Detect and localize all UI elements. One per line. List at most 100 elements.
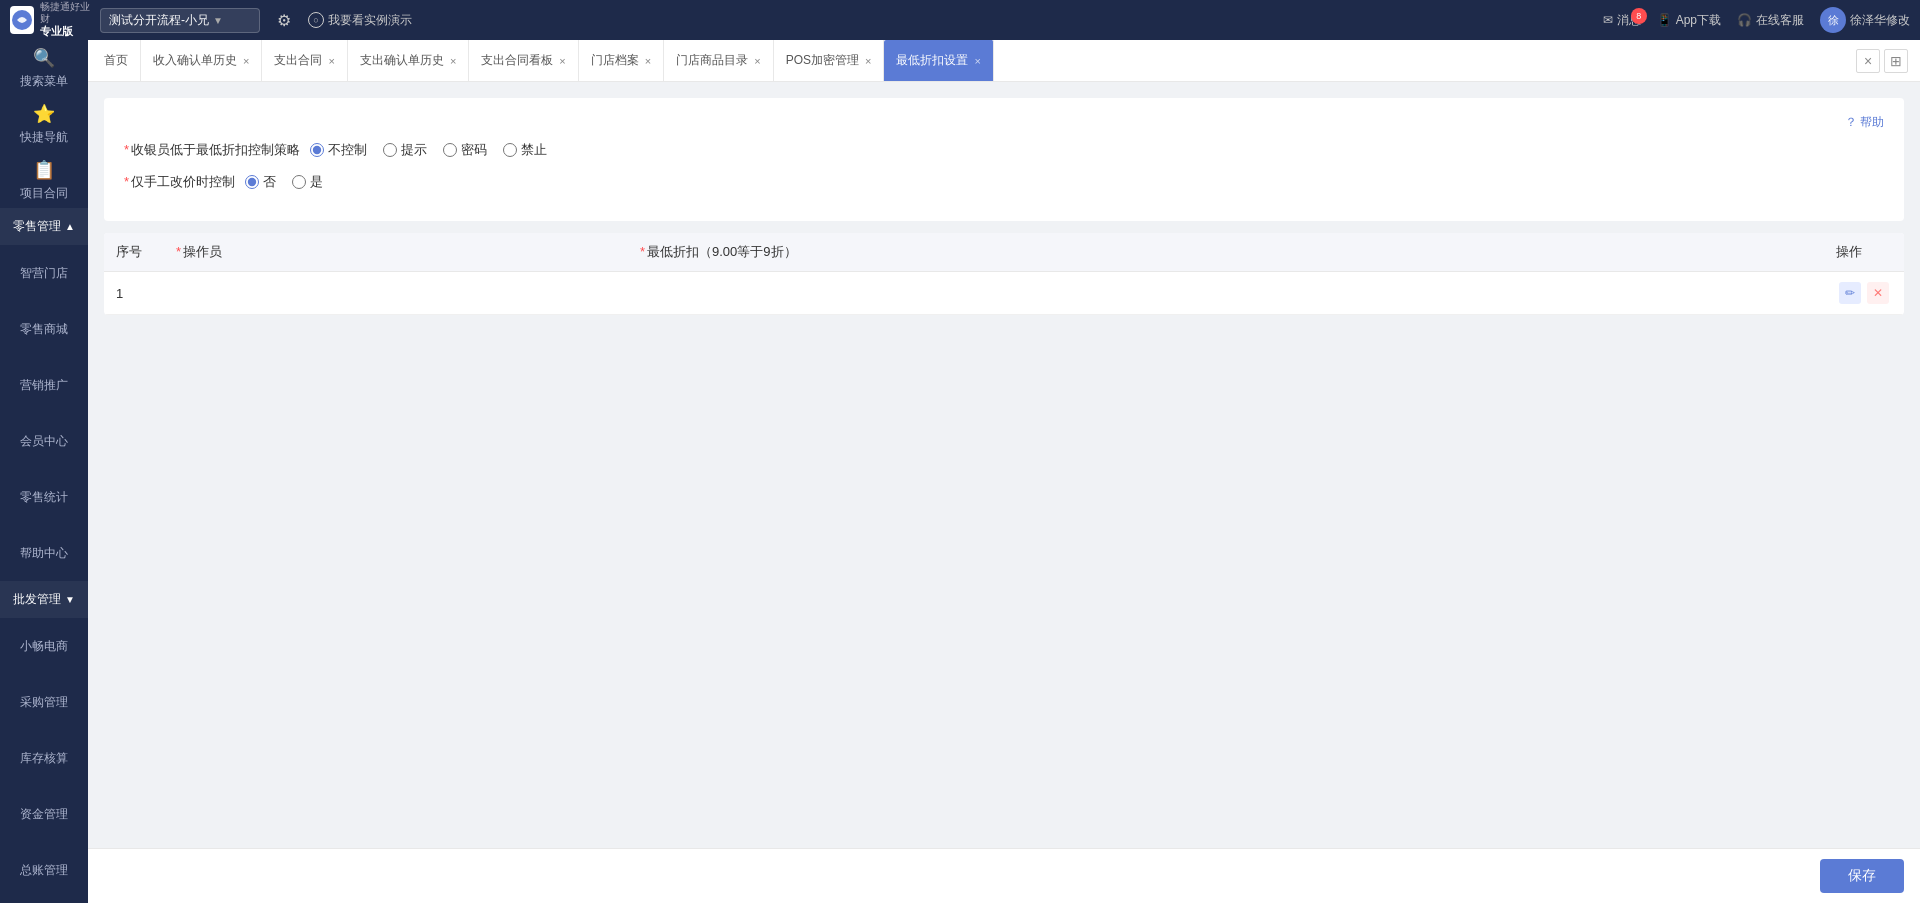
radio-password[interactable]: 密码 [443,141,487,159]
radio-manual-no[interactable]: 否 [245,173,276,191]
sidebar-item-help-center[interactable]: 帮助中心 [0,525,88,581]
close-tab-payment-board-icon[interactable]: × [559,55,565,67]
close-tab-payment-contract-icon[interactable]: × [328,55,334,67]
sidebar-label-project-contract: 项目合同 [20,185,68,202]
tab-payment-board[interactable]: 支出合同看板 × [469,40,578,82]
radio-prompt-label: 提示 [401,141,427,159]
tab-overflow-button[interactable]: ⊞ [1884,49,1908,73]
sidebar-label-retail-stats: 零售统计 [20,489,68,506]
tab-bar-end: × ⊞ [1856,49,1916,73]
tab-home-label: 首页 [104,52,128,69]
tab-pos-password[interactable]: POS加密管理 × [774,40,885,82]
sidebar-item-retail-mall[interactable]: 零售商城 [0,301,88,357]
sidebar-item-purchase-mgmt[interactable]: 采购管理 [0,674,88,730]
page-footer: 保存 [88,848,1920,903]
radio-no-control-label: 不控制 [328,141,367,159]
user-menu-button[interactable]: 徐 徐泽华修改 [1820,7,1910,33]
sidebar-item-member-center[interactable]: 会员中心 [0,413,88,469]
project-settings-button[interactable]: ⚙ [270,6,298,34]
tab-store-archive-label: 门店档案 [591,52,639,69]
sidebar-item-invoice-mgmt[interactable]: 发票管理 [0,898,88,903]
sidebar-label-help-center: 帮助中心 [20,545,68,562]
radio-forbid-input[interactable] [503,143,517,157]
table-header-row: 序号 *操作员 *最低折扣（9.00等于9折） 操作 [104,233,1904,272]
online-service-button[interactable]: 🎧 在线客服 [1737,12,1804,29]
sidebar-item-wholesale-mgmt[interactable]: 批发管理 ▼ [0,581,88,618]
wholesale-mgmt-label: 批发管理 [13,591,61,608]
radio-prompt-input[interactable] [383,143,397,157]
radio-prompt[interactable]: 提示 [383,141,427,159]
headset-icon: 🎧 [1737,13,1752,27]
message-icon: ✉ [1603,13,1613,27]
tab-store-archive[interactable]: 门店档案 × [579,40,664,82]
radio-manual-yes-input[interactable] [292,175,306,189]
discount-table: 序号 *操作员 *最低折扣（9.00等于9折） 操作 1 [104,233,1904,315]
radio-password-input[interactable] [443,143,457,157]
app-download-label: App下载 [1676,12,1721,29]
radio-manual-yes-label: 是 [310,173,323,191]
sidebar-item-retail-mgmt[interactable]: 零售管理 ▲ [0,208,88,245]
close-tab-store-catalog-icon[interactable]: × [754,55,760,67]
cell-min-discount [628,272,1824,315]
delete-row-button[interactable]: ✕ [1867,282,1889,304]
sidebar-item-marketing[interactable]: 营销推广 [0,357,88,413]
sidebar-label-purchase-mgmt: 采购管理 [20,694,68,711]
collapse-arrow-icon: ▼ [65,594,75,605]
close-tab-income-confirm-icon[interactable]: × [243,55,249,67]
sidebar-item-ecommerce[interactable]: 小畅电商 [0,618,88,674]
save-button[interactable]: 保存 [1820,859,1904,893]
sidebar-item-shortcut[interactable]: ⭐ 快捷导航 [0,96,88,152]
tab-store-catalog[interactable]: 门店商品目录 × [664,40,773,82]
page-content: ？ 帮助 *收银员低于最低折扣控制策略 不控制 [88,82,1920,848]
cell-seq: 1 [104,272,164,315]
app-download-button[interactable]: 📱 App下载 [1657,12,1721,29]
sidebar-item-funds-mgmt[interactable]: 资金管理 [0,786,88,842]
cashier-policy-row: *收银员低于最低折扣控制策略 不控制 提示 密码 [124,141,1884,159]
logo-text: 畅捷通好业财 专业版 [40,1,90,38]
radio-manual-yes[interactable]: 是 [292,173,323,191]
sidebar-item-smart-store[interactable]: 智营门店 [0,245,88,301]
sidebar-item-inventory-calc[interactable]: 库存核算 [0,730,88,786]
main-layout: 🔍 搜索菜单 ⭐ 快捷导航 📋 项目合同 零售管理 ▲ 智营门店 零售商城 营销… [0,40,1920,903]
project-selector[interactable]: 测试分开流程-小兄 ▼ [100,8,260,33]
tab-payment-board-label: 支出合同看板 [481,52,553,69]
demo-label: 我要看实例演示 [328,12,412,29]
radio-no-control[interactable]: 不控制 [310,141,367,159]
help-link[interactable]: ？ 帮助 [1845,114,1884,131]
cell-operator [164,272,628,315]
close-tab-store-archive-icon[interactable]: × [645,55,651,67]
messages-button[interactable]: ✉ 消息 8 [1603,12,1641,29]
radio-forbid[interactable]: 禁止 [503,141,547,159]
logo-brand: 畅捷通好业财 [40,1,90,25]
demo-icon: ○ [308,12,324,28]
sidebar-label-smart-store: 智营门店 [20,265,68,282]
demo-link[interactable]: ○ 我要看实例演示 [308,12,412,29]
radio-manual-no-input[interactable] [245,175,259,189]
cashier-policy-label: *收银员低于最低折扣控制策略 [124,141,300,159]
close-tab-min-discount-icon[interactable]: × [974,55,980,67]
tab-min-discount[interactable]: 最低折扣设置 × [884,40,993,82]
close-tab-pos-password-icon[interactable]: × [865,55,871,67]
required-star-2: * [124,174,129,189]
sidebar-label-funds-mgmt: 资金管理 [20,806,68,823]
close-tab-payment-confirm-icon[interactable]: × [450,55,456,67]
edit-row-button[interactable]: ✏ [1839,282,1861,304]
sidebar-label-search: 搜索菜单 [20,73,68,90]
tab-income-confirm[interactable]: 收入确认单历史 × [141,40,262,82]
table-row: 1 ✏ ✕ [104,272,1904,315]
chevron-down-icon: ▼ [213,15,223,26]
tab-payment-confirm[interactable]: 支出确认单历史 × [348,40,469,82]
radio-manual-no-label: 否 [263,173,276,191]
sidebar-item-project-contract[interactable]: 📋 项目合同 [0,152,88,208]
close-all-tabs-button[interactable]: × [1856,49,1880,73]
search-icon: 🔍 [33,47,55,69]
tab-home[interactable]: 首页 [92,40,141,82]
logo-edition: 专业版 [40,25,90,38]
radio-no-control-input[interactable] [310,143,324,157]
tab-min-discount-label: 最低折扣设置 [896,52,968,69]
sidebar-label-member-center: 会员中心 [20,433,68,450]
tab-payment-contract[interactable]: 支出合同 × [262,40,347,82]
sidebar-item-search[interactable]: 🔍 搜索菜单 [0,40,88,96]
sidebar-item-general-ledger[interactable]: 总账管理 [0,842,88,898]
sidebar-item-retail-stats[interactable]: 零售统计 [0,469,88,525]
